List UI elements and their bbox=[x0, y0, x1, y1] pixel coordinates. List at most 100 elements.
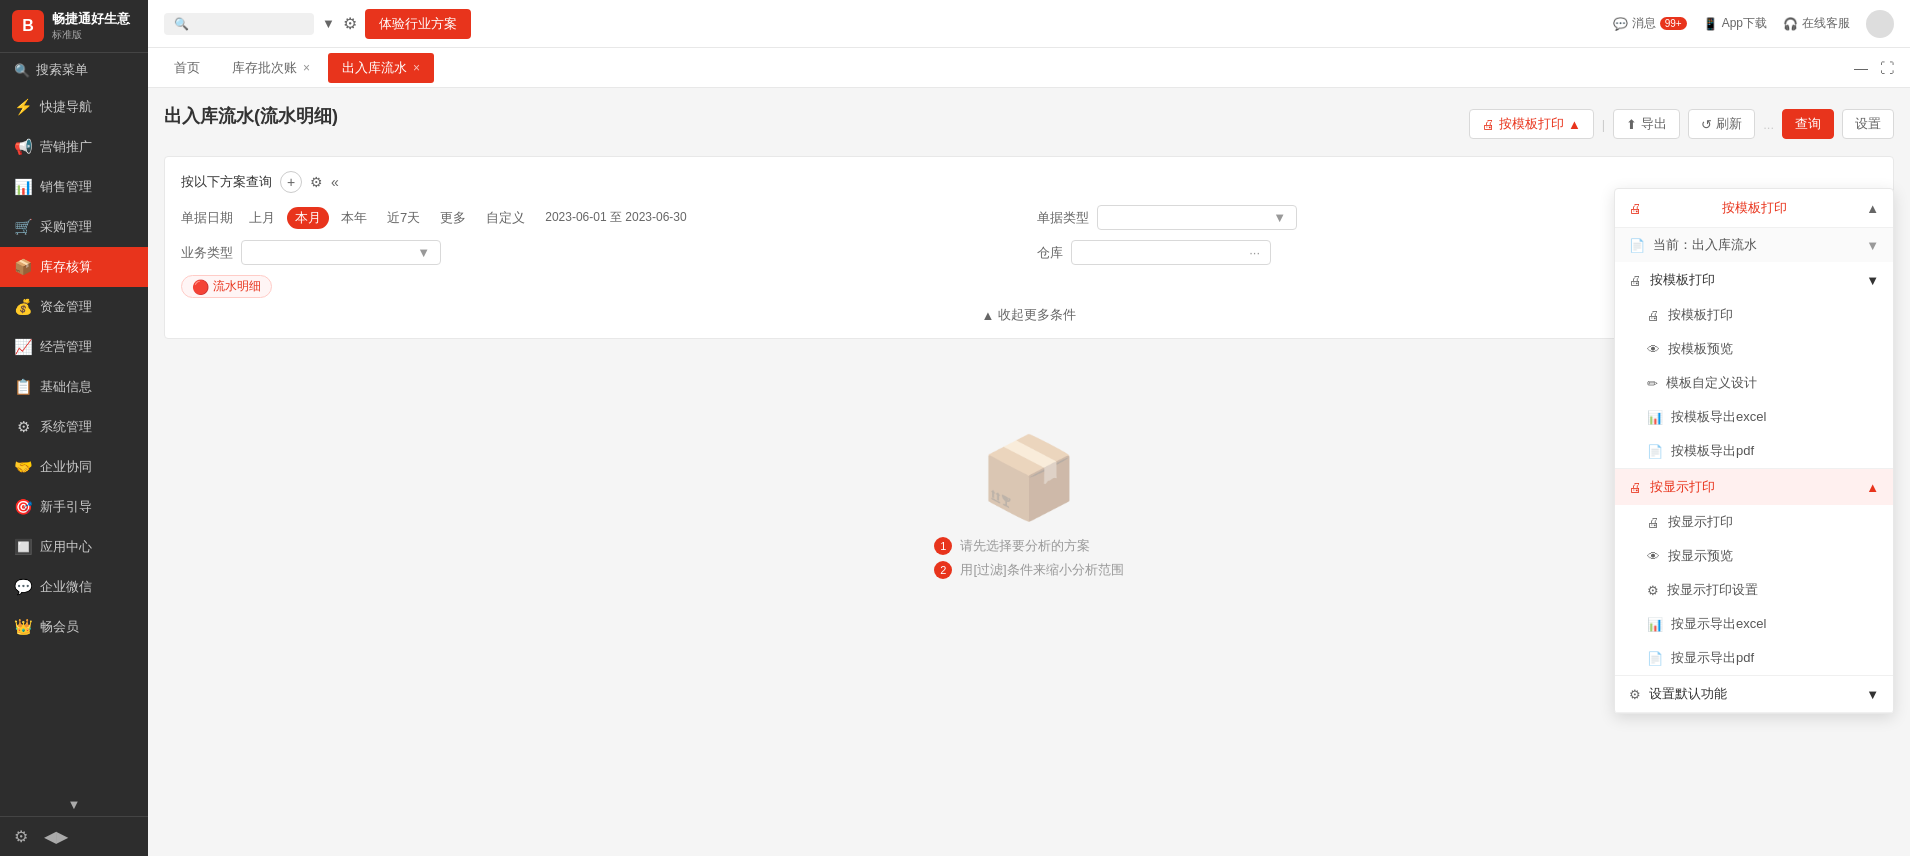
dp-item-display-preview[interactable]: 👁 按显示预览 bbox=[1615, 539, 1893, 573]
dp-item-display-settings[interactable]: ⚙ 按显示打印设置 bbox=[1615, 573, 1893, 607]
inventory-icon: 📦 bbox=[14, 258, 32, 276]
dp-item-display-excel-icon: 📊 bbox=[1647, 617, 1663, 632]
empty-steps: 1 请先选择要分析的方案 2 用[过滤]条件来缩小分析范围 bbox=[934, 537, 1123, 579]
app-download-btn[interactable]: 📱 App下载 bbox=[1703, 15, 1767, 32]
dp-item-template-excel[interactable]: 📊 按模板导出excel bbox=[1615, 400, 1893, 434]
dp-section-template-icon: 🖨 bbox=[1629, 273, 1642, 288]
sidebar-item-member[interactable]: 👑 畅会员 bbox=[0, 607, 148, 647]
dp-item-template-print-label: 按模板打印 bbox=[1668, 306, 1733, 324]
marketing-label: 营销推广 bbox=[40, 138, 92, 156]
app-center-label: 应用中心 bbox=[40, 538, 92, 556]
online-service-btn[interactable]: 🎧 在线客服 bbox=[1783, 15, 1850, 32]
dp-section-default-arrow: ▼ bbox=[1866, 687, 1879, 702]
topbar: 🔍 ▼ ⚙ 体验行业方案 💬 消息 99+ 📱 App下载 🎧 在线客服 bbox=[148, 0, 1910, 48]
tab-batch-close[interactable]: × bbox=[303, 61, 310, 75]
user-avatar[interactable] bbox=[1866, 10, 1894, 38]
dp-item-template-preview[interactable]: 👁 按模板预览 bbox=[1615, 332, 1893, 366]
sidebar-item-enterprise-collab[interactable]: 🤝 企业协同 bbox=[0, 447, 148, 487]
topbar-dropdown-arrow[interactable]: ▼ bbox=[322, 16, 335, 31]
tab-flow[interactable]: 出入库流水 × bbox=[328, 53, 434, 83]
tab-minimize-icon[interactable]: — bbox=[1850, 56, 1872, 80]
filter-collapse-icon[interactable]: « bbox=[331, 174, 339, 190]
date-opt-7days[interactable]: 近7天 bbox=[379, 207, 428, 229]
tab-flow-label: 出入库流水 bbox=[342, 59, 407, 77]
sidebar-item-purchase[interactable]: 🛒 采购管理 bbox=[0, 207, 148, 247]
dp-item-template-pdf[interactable]: 📄 按模板导出pdf bbox=[1615, 434, 1893, 468]
dp-current-label: 当前：出入库流水 bbox=[1653, 236, 1757, 254]
wechat-label: 企业微信 bbox=[40, 578, 92, 596]
filter-tag-flow[interactable]: 🔴 流水明细 bbox=[181, 275, 272, 298]
voucher-type-select[interactable]: ▼ bbox=[1097, 205, 1297, 230]
dp-item-template-design[interactable]: ✏ 模板自定义设计 bbox=[1615, 366, 1893, 400]
sidebar-item-finance[interactable]: 💰 资金管理 bbox=[0, 287, 148, 327]
dp-section-display-header[interactable]: 🖨 按显示打印 ▲ bbox=[1615, 469, 1893, 505]
dp-item-display-print[interactable]: 🖨 按显示打印 bbox=[1615, 505, 1893, 539]
date-opt-this-year[interactable]: 本年 bbox=[333, 207, 375, 229]
finance-icon: 💰 bbox=[14, 298, 32, 316]
purchase-label: 采购管理 bbox=[40, 218, 92, 236]
tab-home[interactable]: 首页 bbox=[160, 53, 214, 83]
dp-item-display-preview-icon: 👁 bbox=[1647, 549, 1660, 564]
search-menu-item[interactable]: 🔍 搜索菜单 bbox=[0, 53, 148, 87]
dp-section-template-header[interactable]: 🖨 按模板打印 ▼ bbox=[1615, 262, 1893, 298]
export-icon: ⬆ bbox=[1626, 117, 1637, 132]
date-range-display: 2023-06-01 至 2023-06-30 bbox=[545, 209, 686, 226]
dp-item-display-pdf[interactable]: 📄 按显示导出pdf bbox=[1615, 641, 1893, 675]
date-opt-last-month[interactable]: 上月 bbox=[241, 207, 283, 229]
date-opt-more[interactable]: 更多 bbox=[432, 207, 474, 229]
tab-maximize-icon[interactable]: ⛶ bbox=[1876, 56, 1898, 80]
headset-icon: 🎧 bbox=[1783, 17, 1798, 31]
query-button[interactable]: 查询 bbox=[1782, 109, 1834, 139]
sidebar-item-wechat[interactable]: 💬 企业微信 bbox=[0, 567, 148, 607]
sidebar-item-marketing[interactable]: 📢 营销推广 bbox=[0, 127, 148, 167]
topbar-settings-icon[interactable]: ⚙ bbox=[343, 14, 357, 33]
sidebar-item-sales[interactable]: 📊 销售管理 bbox=[0, 167, 148, 207]
filter-add-button[interactable]: + bbox=[280, 171, 302, 193]
dp-current-item[interactable]: 📄 当前：出入库流水 ▼ bbox=[1615, 228, 1893, 262]
refresh-button[interactable]: ↺ 刷新 bbox=[1688, 109, 1755, 139]
app-download-icon: 📱 bbox=[1703, 17, 1718, 31]
dp-item-display-excel-label: 按显示导出excel bbox=[1671, 615, 1766, 633]
date-options: 上月 本月 本年 近7天 更多 自定义 2023-06-01 至 2023-06… bbox=[241, 207, 687, 229]
app-center-icon: 🔲 bbox=[14, 538, 32, 556]
filter-setting-icon[interactable]: ⚙ bbox=[310, 174, 323, 190]
date-opt-this-month[interactable]: 本月 bbox=[287, 207, 329, 229]
filter-label: 按以下方案查询 bbox=[181, 173, 272, 191]
warehouse-select[interactable]: ··· bbox=[1071, 240, 1271, 265]
dp-section-default-header[interactable]: ⚙ 设置默认功能 ▼ bbox=[1615, 676, 1893, 712]
tab-home-label: 首页 bbox=[174, 59, 200, 77]
sidebar-item-system[interactable]: ⚙ 系统管理 bbox=[0, 407, 148, 447]
dp-section-default: ⚙ 设置默认功能 ▼ bbox=[1615, 676, 1893, 713]
topbar-search[interactable]: 🔍 bbox=[164, 13, 314, 35]
messages-btn[interactable]: 💬 消息 99+ bbox=[1613, 15, 1687, 32]
export-button[interactable]: ⬆ 导出 bbox=[1613, 109, 1680, 139]
sidebar-scroll-down[interactable]: ▼ bbox=[0, 793, 148, 816]
system-icon: ⚙ bbox=[14, 418, 32, 436]
main-area: 🔍 ▼ ⚙ 体验行业方案 💬 消息 99+ 📱 App下载 🎧 在线客服 bbox=[148, 0, 1910, 856]
basic-info-label: 基础信息 bbox=[40, 378, 92, 396]
sidebar-item-operations[interactable]: 📈 经营管理 bbox=[0, 327, 148, 367]
business-type-select[interactable]: ▼ bbox=[241, 240, 441, 265]
print-template-button[interactable]: 🖨 按模板打印 ▲ bbox=[1469, 109, 1594, 139]
sidebar-item-app-center[interactable]: 🔲 应用中心 bbox=[0, 527, 148, 567]
system-label: 系统管理 bbox=[40, 418, 92, 436]
industry-solution-button[interactable]: 体验行业方案 bbox=[365, 9, 471, 39]
dp-collapse-arrow[interactable]: ▲ bbox=[1866, 201, 1879, 216]
date-opt-custom[interactable]: 自定义 bbox=[478, 207, 533, 229]
sidebar-logo: B 畅捷通好生意 标准版 bbox=[0, 0, 148, 53]
sidebar-item-newbie-guide[interactable]: 🎯 新手引导 bbox=[0, 487, 148, 527]
dp-item-template-print[interactable]: 🖨 按模板打印 bbox=[1615, 298, 1893, 332]
sidebar-item-inventory[interactable]: 📦 库存核算 bbox=[0, 247, 148, 287]
sidebar-item-basic-info[interactable]: 📋 基础信息 bbox=[0, 367, 148, 407]
dp-item-display-excel[interactable]: 📊 按显示导出excel bbox=[1615, 607, 1893, 641]
settings-icon[interactable]: ⚙ bbox=[14, 827, 28, 846]
settings-button[interactable]: 设置 bbox=[1842, 109, 1894, 139]
sidebar-item-quick-nav[interactable]: ⚡ 快捷导航 bbox=[0, 87, 148, 127]
tab-flow-close[interactable]: × bbox=[413, 61, 420, 75]
collapse-up-icon: ▲ bbox=[982, 308, 995, 323]
member-label: 畅会员 bbox=[40, 618, 79, 636]
messages-badge: 99+ bbox=[1660, 17, 1687, 30]
collapse-icon[interactable]: ◀▶ bbox=[44, 827, 68, 846]
sales-icon: 📊 bbox=[14, 178, 32, 196]
tab-batch-account[interactable]: 库存批次账 × bbox=[218, 53, 324, 83]
